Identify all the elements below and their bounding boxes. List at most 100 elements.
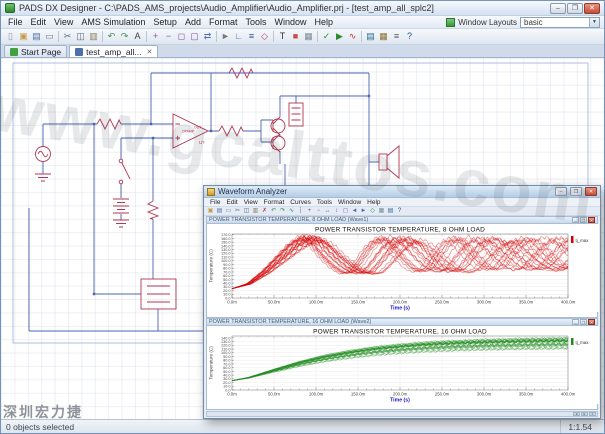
close-button[interactable]: ✕ bbox=[584, 3, 600, 14]
add-wire-icon[interactable]: ∟ bbox=[232, 30, 245, 43]
zoom-full-icon[interactable]: ▢ bbox=[188, 30, 201, 43]
menu-edit[interactable]: Edit bbox=[223, 199, 240, 206]
menu-format[interactable]: Format bbox=[205, 17, 242, 27]
tab-close-icon[interactable]: ✕ bbox=[146, 48, 152, 56]
cursor-icon[interactable]: ┆ bbox=[296, 207, 305, 215]
menu-help[interactable]: Help bbox=[311, 17, 338, 27]
zoom-out-icon[interactable]: − bbox=[314, 207, 323, 215]
ac-source-symbol[interactable] bbox=[36, 147, 51, 162]
cut-icon[interactable]: ✂ bbox=[61, 30, 74, 43]
zoom-in-icon[interactable]: + bbox=[149, 30, 162, 43]
npn-transistor-1[interactable] bbox=[271, 117, 285, 135]
undo-icon[interactable]: ↶ bbox=[105, 30, 118, 43]
zoom-full-icon[interactable]: ◻ bbox=[341, 207, 350, 215]
menu-tools[interactable]: Tools bbox=[314, 199, 335, 206]
new-document-icon[interactable]: ▯ bbox=[4, 30, 17, 43]
child-close-icon[interactable]: ✕ bbox=[588, 319, 595, 325]
ground-symbol-1[interactable] bbox=[35, 174, 51, 181]
window-layouts-select[interactable]: basic ▼ bbox=[520, 17, 600, 28]
delete-icon[interactable]: ✗ bbox=[260, 207, 269, 215]
resistor-input[interactable] bbox=[97, 119, 121, 129]
save-icon[interactable]: ▤ bbox=[215, 207, 224, 215]
grid-toggle-icon[interactable]: ▦ bbox=[377, 207, 386, 215]
zoom-in-icon[interactable]: + bbox=[305, 207, 314, 215]
resistor-vertical[interactable] bbox=[148, 201, 158, 219]
select-mode-icon[interactable]: ► bbox=[219, 30, 232, 43]
wave-tab-power-transistor-temperature-8-ohm-load-[interactable]: POWER TRANSISTOR TEMPERATURE, 8 OHM LOAD… bbox=[403, 418, 500, 419]
menu-file[interactable]: File bbox=[207, 199, 223, 206]
cut-icon[interactable]: ✂ bbox=[233, 207, 242, 215]
check-design-icon[interactable]: ✓ bbox=[320, 30, 333, 43]
redo-icon[interactable]: ↷ bbox=[118, 30, 131, 43]
scroll-split-icon[interactable]: ≡ bbox=[589, 412, 596, 416]
add-part-icon[interactable]: ◇ bbox=[258, 30, 271, 43]
speaker-symbol[interactable] bbox=[379, 146, 399, 178]
tab-test-amp-all[interactable]: test_amp_all...✕ bbox=[69, 45, 158, 57]
measure-icon[interactable]: ◇ bbox=[368, 207, 377, 215]
wave-close-button[interactable]: ✕ bbox=[585, 187, 597, 196]
menu-add[interactable]: Add bbox=[181, 17, 205, 27]
library-icon[interactable]: ▦ bbox=[377, 30, 390, 43]
menu-ams-simulation[interactable]: AMS Simulation bbox=[77, 17, 149, 27]
child-minimize-icon[interactable]: – bbox=[572, 217, 579, 223]
print-icon[interactable]: ▭ bbox=[43, 30, 56, 43]
wave-tab-wave2[interactable]: Wave2 bbox=[304, 418, 401, 419]
menu-window[interactable]: Window bbox=[271, 17, 311, 27]
child-close-icon[interactable]: ✕ bbox=[588, 217, 595, 223]
menu-tools[interactable]: Tools bbox=[241, 17, 270, 27]
zoom-window-icon[interactable]: ◻ bbox=[175, 30, 188, 43]
find-text-icon[interactable]: A bbox=[131, 30, 144, 43]
thermal-model-box[interactable] bbox=[289, 103, 303, 126]
menu-window[interactable]: Window bbox=[335, 199, 364, 206]
previous-view-icon[interactable]: ◄ bbox=[350, 207, 359, 215]
menu-setup[interactable]: Setup bbox=[149, 17, 181, 27]
wave-minimize-button[interactable]: – bbox=[555, 187, 567, 196]
menu-help[interactable]: Help bbox=[364, 199, 383, 206]
wave-scrollbar[interactable]: ◄ ► ≡ bbox=[206, 411, 598, 417]
scroll-right-icon[interactable]: ► bbox=[581, 412, 588, 416]
plot-16ohm-panel[interactable]: 0.010.020.030.040.050.060.070.080.090.01… bbox=[206, 326, 598, 410]
properties-icon[interactable]: ≡ bbox=[390, 30, 403, 43]
scroll-left-icon[interactable]: ◄ bbox=[573, 412, 580, 416]
grid-toggle-icon[interactable]: ▦ bbox=[302, 30, 315, 43]
help-icon[interactable]: ? bbox=[395, 207, 404, 215]
copy-icon[interactable]: ◫ bbox=[74, 30, 87, 43]
wave-titlebar[interactable]: Waveform Analyzer – ❐ ✕ bbox=[204, 186, 600, 198]
child-restore-icon[interactable]: ❐ bbox=[580, 319, 587, 325]
menu-view[interactable]: View bbox=[50, 17, 77, 27]
battery-symbol[interactable] bbox=[113, 199, 129, 213]
npn-transistor-2[interactable] bbox=[271, 134, 285, 152]
child-restore-icon[interactable]: ❐ bbox=[580, 217, 587, 223]
oscilloscope-icon[interactable]: ▤ bbox=[364, 30, 377, 43]
paste-icon[interactable]: ▥ bbox=[251, 207, 260, 215]
open-icon[interactable]: ▣ bbox=[206, 207, 215, 215]
wave-tab-wave1[interactable]: Wave1 bbox=[206, 418, 303, 419]
add-text-icon[interactable]: T bbox=[276, 30, 289, 43]
maximize-button[interactable]: ❐ bbox=[567, 3, 583, 14]
wave-maximize-button[interactable]: ❐ bbox=[570, 187, 582, 196]
menu-edit[interactable]: Edit bbox=[27, 17, 51, 27]
wave1-child-header[interactable]: POWER TRANSISTOR TEMPERATURE, 8 OHM LOAD… bbox=[206, 216, 598, 224]
chevron-down-icon[interactable]: ▼ bbox=[589, 18, 599, 27]
minimize-button[interactable]: – bbox=[550, 3, 566, 14]
menu-curves[interactable]: Curves bbox=[287, 199, 314, 206]
strip-mode-icon[interactable]: ▤ bbox=[386, 207, 395, 215]
probe-icon[interactable]: ∿ bbox=[346, 30, 359, 43]
print-icon[interactable]: ▭ bbox=[224, 207, 233, 215]
child-minimize-icon[interactable]: – bbox=[572, 319, 579, 325]
menu-file[interactable]: File bbox=[4, 17, 27, 27]
redo-icon[interactable]: ↷ bbox=[278, 207, 287, 215]
copy-icon[interactable]: ◫ bbox=[242, 207, 251, 215]
run-simulation-icon[interactable]: ▶ bbox=[333, 30, 346, 43]
zoom-out-icon[interactable]: − bbox=[162, 30, 175, 43]
ground-symbol-2[interactable] bbox=[113, 220, 129, 227]
open-project-icon[interactable]: ▣ bbox=[17, 30, 30, 43]
undo-icon[interactable]: ↶ bbox=[269, 207, 278, 215]
paste-icon[interactable]: ▥ bbox=[87, 30, 100, 43]
zoom-x-icon[interactable]: ↔ bbox=[323, 207, 332, 215]
wave-tab-power-transistor-temperature-16-ohm-load[interactable]: POWER TRANSISTOR TEMPERATURE, 16 OHM LOA… bbox=[501, 418, 598, 419]
switch-symbol[interactable] bbox=[119, 159, 130, 184]
tab-start-page[interactable]: Start Page bbox=[4, 45, 67, 57]
color-fill-icon[interactable]: ■ bbox=[289, 30, 302, 43]
save-icon[interactable]: ▤ bbox=[30, 30, 43, 43]
